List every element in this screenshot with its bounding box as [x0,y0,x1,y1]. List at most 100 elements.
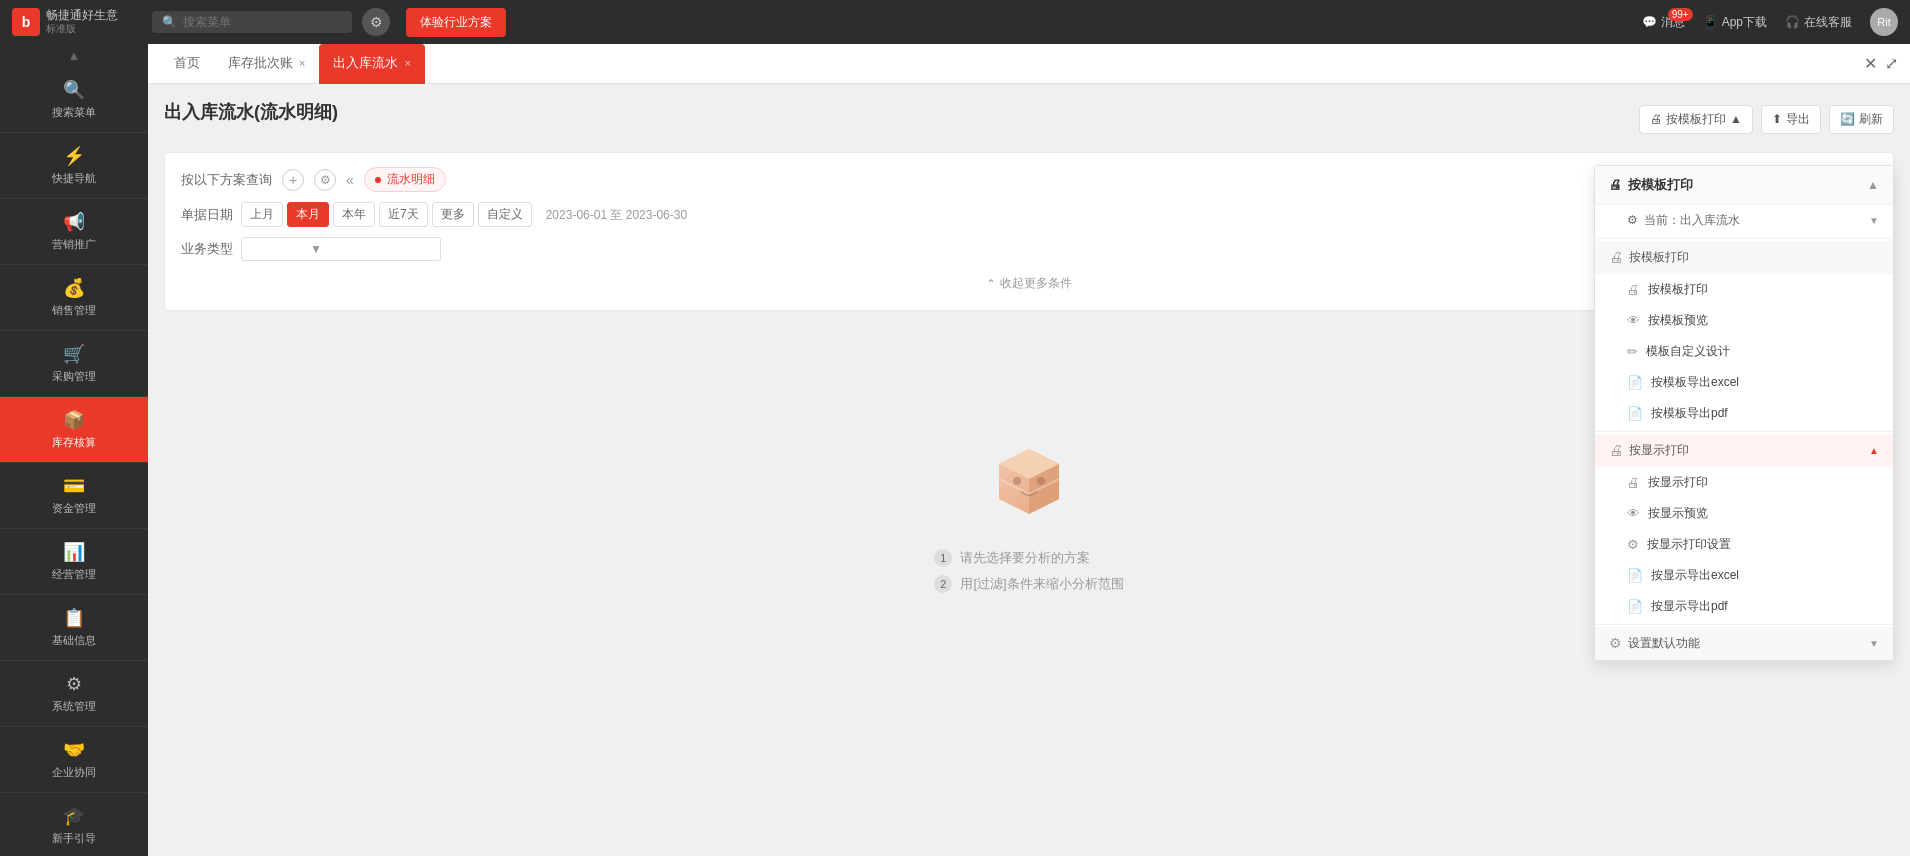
search-icon: 🔍 [162,15,177,29]
template-print-btn[interactable]: 🖨 按模板打印 ▲ [1639,105,1753,134]
date-btn-last-month[interactable]: 上月 [241,202,283,227]
search-filter-tag[interactable]: 流水明细 [364,167,446,192]
dp-display-preview-item[interactable]: 👁 按显示预览 [1595,498,1893,529]
tab-bar-right: ✕ ⤢ [1864,54,1898,73]
online-service-item[interactable]: 🎧 在线客服 [1785,14,1852,31]
tab-inventory-batch-label: 库存批次账 [228,54,293,72]
system-icon: ⚙ [66,673,82,695]
dp-display-export-pdf-item[interactable]: 📄 按显示导出pdf [1595,591,1893,622]
tab-bar: 首页 库存批次账 × 出入库流水 × ✕ ⤢ [148,44,1910,84]
tab-inventory-batch-close[interactable]: × [299,57,305,69]
search-setting-btn[interactable]: ⚙ [314,169,336,191]
content-area: 首页 库存批次账 × 出入库流水 × ✕ ⤢ 出入库流水(流水明细) [148,44,1910,856]
dp-display-print-settings-item[interactable]: ⚙ 按显示打印设置 [1595,529,1893,560]
dp-current-item: ⚙ 当前：出入库流水 ▼ [1595,205,1893,236]
service-icon: 🎧 [1785,15,1800,29]
sidebar-scroll-up[interactable]: ▲ [0,44,148,67]
dropdown-panel: 🖨 按模板打印 ▲ ⚙ 当前：出入库流水 ▼ [1594,165,1894,661]
dp-template-preview-label: 按模板预览 [1648,312,1708,329]
svg-point-3 [1013,477,1021,485]
dp-sub-preview-icon-2: 👁 [1627,506,1640,521]
top-header: b 畅捷通好生意 标准版 🔍 ⚙ 体验行业方案 💬 消息 99+ 📱 App下载… [0,0,1910,44]
search-menu-icon: 🔍 [63,79,85,101]
sidebar-item-marketing[interactable]: 📢 营销推广 [0,199,148,265]
dp-display-print-section[interactable]: 🖨 按显示打印 ▲ [1595,434,1893,467]
export-label: 导出 [1786,111,1810,128]
tab-inventory-batch[interactable]: 库存批次账 × [214,44,319,84]
dp-template-export-excel-label: 按模板导出excel [1651,374,1739,391]
sidebar-item-inventory[interactable]: 📦 库存核算 [0,397,148,463]
main-layout: ▲ 🔍 搜索菜单 ⚡ 快捷导航 📢 营销推广 💰 销售管理 🛒 采购管理 📦 库… [0,44,1910,856]
collapse-conditions-btn[interactable]: ⌃ 收起更多条件 [974,271,1084,296]
sidebar-item-system[interactable]: ⚙ 系统管理 [0,661,148,727]
sidebar-item-operation[interactable]: 📊 经营管理 [0,529,148,595]
biz-type-label: 业务类型 [181,240,233,258]
header-search[interactable]: 🔍 [152,11,352,33]
dp-template-export-excel-item[interactable]: 📄 按模板导出excel [1595,367,1893,398]
notification-item[interactable]: 💬 消息 99+ [1642,14,1685,31]
tab-home[interactable]: 首页 [160,44,214,84]
tab-close-all-btn[interactable]: ✕ [1864,54,1877,73]
search-add-btn[interactable]: + [282,169,304,191]
dropdown-close-btn[interactable]: ▲ [1867,178,1879,192]
sidebar-item-purchase[interactable]: 🛒 采购管理 [0,331,148,397]
quick-nav-icon: ⚡ [63,145,85,167]
sidebar-item-guide[interactable]: 🎓 新手引导 [0,793,148,856]
tab-stock-flow[interactable]: 出入库流水 × [319,44,424,84]
search-collapse-btn[interactable]: « [346,172,354,188]
biz-type-select[interactable]: ▼ [241,237,441,261]
dp-template-print-item[interactable]: 🖨 按模板打印 [1595,274,1893,305]
dp-divider-3 [1595,624,1893,625]
header-right: 💬 消息 99+ 📱 App下载 🎧 在线客服 Rit [1642,8,1898,36]
date-btn-more[interactable]: 更多 [432,202,474,227]
date-btn-custom[interactable]: 自定义 [478,202,532,227]
search-input[interactable] [183,15,323,29]
template-print-arrow: ▲ [1730,112,1742,126]
page-title: 出入库流水(流水明细) [164,100,338,124]
dp-template-print-section[interactable]: 🖨 按模板打印 [1595,241,1893,274]
dp-template-preview-item[interactable]: 👁 按模板预览 [1595,305,1893,336]
sidebar-item-basic-info[interactable]: 📋 基础信息 [0,595,148,661]
date-btn-this-year[interactable]: 本年 [333,202,375,227]
template-print-label: 按模板打印 [1666,111,1726,128]
search-section-label: 按以下方案查询 [181,171,272,189]
dp-current-label: 当前：出入库流水 [1644,212,1740,229]
hint-item-1: 1 请先选择要分析的方案 [934,549,1123,567]
svg-point-4 [1037,477,1045,485]
user-avatar[interactable]: Rit [1870,8,1898,36]
dp-sub-excel-icon-1: 📄 [1627,375,1643,390]
sidebar-item-finance[interactable]: 💳 资金管理 [0,463,148,529]
dp-display-print-item[interactable]: 🖨 按显示打印 [1595,467,1893,498]
logo-icon: b [12,8,40,36]
hint-text-1: 请先选择要分析的方案 [960,549,1090,567]
filter-tag-label: 流水明细 [387,171,435,188]
sidebar-item-quick-nav[interactable]: ⚡ 快捷导航 [0,133,148,199]
dp-display-export-excel-item[interactable]: 📄 按显示导出excel [1595,560,1893,591]
marketing-icon: 📢 [63,211,85,233]
date-btn-7days[interactable]: 近7天 [379,202,428,227]
notification-icon: 💬 [1642,15,1657,29]
export-btn[interactable]: ⬆ 导出 [1761,105,1821,134]
gear-button[interactable]: ⚙ [362,8,390,36]
dp-set-default-section[interactable]: ⚙ 设置默认功能 ▼ [1595,627,1893,660]
avatar-text: Rit [1877,16,1890,28]
date-btn-this-month[interactable]: 本月 [287,202,329,227]
trial-button[interactable]: 体验行业方案 [406,8,506,37]
sidebar-item-cooperation[interactable]: 🤝 企业协同 [0,727,148,793]
sidebar-label-quick-nav: 快捷导航 [52,171,96,186]
tab-stock-flow-close[interactable]: × [404,57,410,69]
tab-expand-btn[interactable]: ⤢ [1885,54,1898,73]
sidebar-label-purchase: 采购管理 [52,369,96,384]
sidebar-label-guide: 新手引导 [52,831,96,846]
dp-sub-settings-icon: ⚙ [1627,537,1639,552]
app-download-item[interactable]: 📱 App下载 [1703,14,1767,31]
dp-display-export-pdf-label: 按显示导出pdf [1651,598,1728,615]
refresh-btn[interactable]: 🔄 刷新 [1829,105,1894,134]
sidebar-item-sales[interactable]: 💰 销售管理 [0,265,148,331]
dp-template-export-pdf-item[interactable]: 📄 按模板导出pdf [1595,398,1893,429]
purchase-icon: 🛒 [63,343,85,365]
dropdown-header: 🖨 按模板打印 ▲ [1595,166,1893,205]
dp-template-customize-item[interactable]: ✏ 模板自定义设计 [1595,336,1893,367]
sidebar-item-search[interactable]: 🔍 搜索菜单 [0,67,148,133]
printer-icon: 🖨 [1650,112,1662,126]
